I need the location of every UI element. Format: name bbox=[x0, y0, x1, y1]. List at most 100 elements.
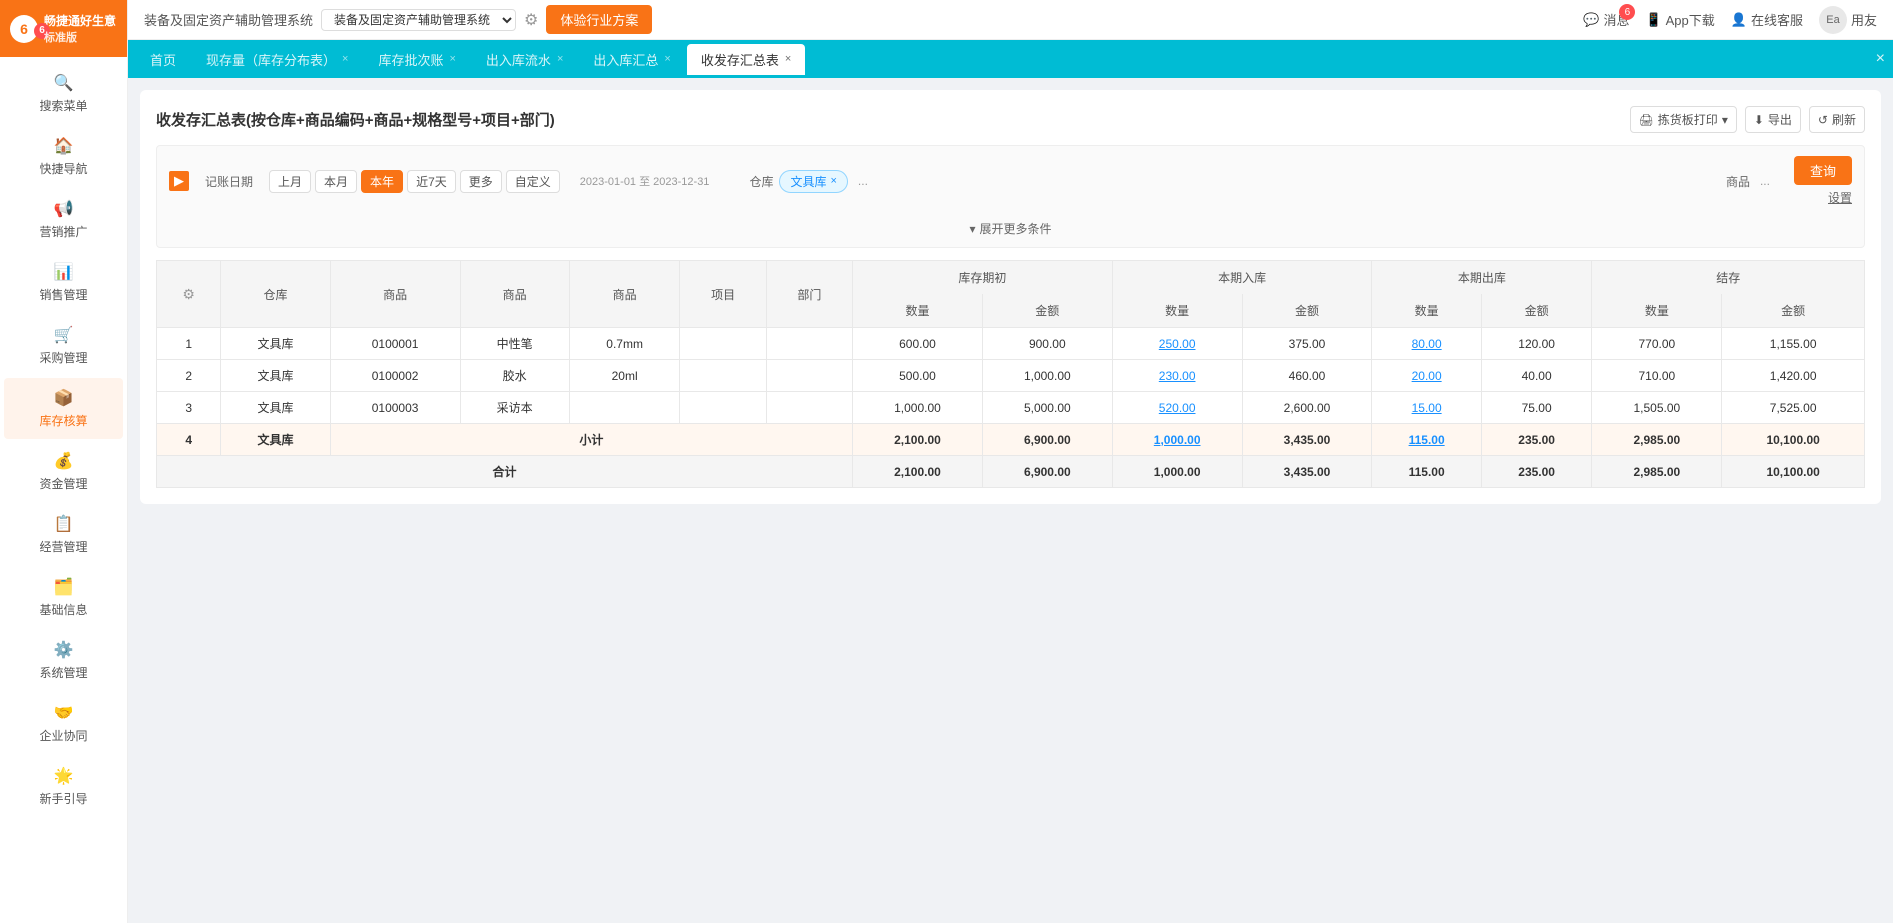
row-out-qty[interactable]: 20.00 bbox=[1372, 360, 1481, 392]
row-department bbox=[766, 328, 852, 360]
query-btn[interactable]: 查询 bbox=[1794, 156, 1852, 185]
row-goods-spec: 0.7mm bbox=[569, 328, 680, 360]
sidebar-item-search[interactable]: 🔍 搜索菜单 bbox=[4, 63, 123, 124]
sub-opening-amt: 6,900.00 bbox=[982, 424, 1112, 456]
filter-toggle-btn[interactable]: ▶ bbox=[169, 171, 189, 191]
online-service-label: 在线客服 bbox=[1751, 10, 1803, 29]
print-label: 拣货板打印 bbox=[1658, 111, 1718, 128]
tabs-close-all[interactable]: × bbox=[1876, 50, 1885, 68]
app-download-item[interactable]: 📱 App下载 bbox=[1645, 10, 1714, 29]
sidebar-item-quicknav[interactable]: 🏠 快捷导航 bbox=[4, 126, 123, 187]
date-btn-this-year[interactable]: 本年 bbox=[361, 170, 403, 193]
row-goods-code: 0100001 bbox=[330, 328, 460, 360]
row-goods-spec: 20ml bbox=[569, 360, 680, 392]
sidebar-item-inventory[interactable]: 📦 库存核算 bbox=[4, 378, 123, 439]
expand-btn[interactable]: ▾ 展开更多条件 bbox=[969, 220, 1051, 237]
export-btn[interactable]: ⬇ 导出 bbox=[1745, 106, 1801, 133]
row-in-qty[interactable]: 230.00 bbox=[1112, 360, 1242, 392]
user-item[interactable]: Ea 用友 bbox=[1819, 6, 1877, 34]
th-out-period: 本期出库 bbox=[1372, 261, 1592, 295]
sub-in-qty[interactable]: 1,000.00 bbox=[1112, 424, 1242, 456]
date-btn-last-month[interactable]: 上月 bbox=[269, 170, 311, 193]
th-settings[interactable]: ⚙ bbox=[157, 261, 221, 328]
sidebar-item-enterprise[interactable]: 🤝 企业协同 bbox=[4, 693, 123, 754]
sidebar-item-operations[interactable]: 📋 经营管理 bbox=[4, 504, 123, 565]
setting-link[interactable]: 设置 bbox=[1828, 189, 1852, 206]
print-btn[interactable]: 🖨 拣货板打印 ▾ bbox=[1630, 106, 1737, 133]
tab-inout-summary-close[interactable]: × bbox=[664, 53, 670, 65]
sub-in-amt: 3,435.00 bbox=[1242, 424, 1372, 456]
sidebar-item-newguide[interactable]: 🌟 新手引导 bbox=[4, 756, 123, 817]
row-department bbox=[766, 360, 852, 392]
row-opening-qty: 600.00 bbox=[853, 328, 983, 360]
total-opening-qty: 2,100.00 bbox=[853, 456, 983, 488]
tab-inout-flow-close[interactable]: × bbox=[557, 53, 563, 65]
tab-stock-dist-close[interactable]: × bbox=[342, 53, 348, 65]
experience-btn[interactable]: 体验行业方案 bbox=[546, 5, 652, 34]
row-goods-spec bbox=[569, 392, 680, 424]
th-goods-name: 商品 bbox=[460, 261, 569, 328]
system-select[interactable]: 装备及固定资产辅助管理系统 bbox=[321, 9, 516, 31]
date-btn-7days[interactable]: 近7天 bbox=[407, 170, 456, 193]
row-num: 1 bbox=[157, 328, 221, 360]
sub-out-qty[interactable]: 115.00 bbox=[1372, 424, 1481, 456]
row-project bbox=[680, 360, 766, 392]
guide-icon: 🌟 bbox=[54, 766, 74, 786]
th-in-amt: 金额 bbox=[1242, 294, 1372, 328]
export-icon: ⬇ bbox=[1754, 113, 1764, 127]
date-range-display: 2023-01-01 至 2023-12-31 bbox=[580, 173, 710, 189]
home-icon: 🏠 bbox=[54, 136, 74, 156]
row-out-amt: 120.00 bbox=[1481, 328, 1592, 360]
date-btn-this-month[interactable]: 本月 bbox=[315, 170, 357, 193]
tab-stock-dist[interactable]: 现存量（库存分布表） × bbox=[192, 44, 362, 75]
notification-item[interactable]: 💬 消息 6 bbox=[1583, 10, 1629, 29]
sidebar-item-sales-label: 销售管理 bbox=[39, 286, 87, 303]
sidebar-item-system[interactable]: ⚙️ 系统管理 bbox=[4, 630, 123, 691]
warehouse-tag[interactable]: 文具库 × bbox=[779, 170, 847, 193]
tab-bar: 首页 现存量（库存分布表） × 库存批次账 × 出入库流水 × 出入库汇总 × … bbox=[128, 40, 1893, 78]
online-service-item[interactable]: 👤 在线客服 bbox=[1731, 10, 1803, 29]
gear-icon[interactable]: ⚙ bbox=[524, 10, 538, 30]
refresh-label: 刷新 bbox=[1832, 111, 1856, 128]
row-goods-name: 胶水 bbox=[460, 360, 569, 392]
row-bal-qty: 710.00 bbox=[1592, 360, 1722, 392]
row-in-qty[interactable]: 520.00 bbox=[1112, 392, 1242, 424]
tab-recv-send[interactable]: 收发存汇总表 × bbox=[687, 44, 805, 75]
purchase-icon: 🛒 bbox=[54, 325, 74, 345]
tab-recv-send-close[interactable]: × bbox=[785, 53, 791, 65]
logo-text: 畅捷通好生意 标准版 bbox=[44, 12, 116, 45]
sidebar-item-basic-label: 基础信息 bbox=[39, 601, 87, 618]
row-opening-amt: 1,000.00 bbox=[982, 360, 1112, 392]
warehouse-more[interactable]: ... bbox=[858, 174, 868, 188]
tab-home[interactable]: 首页 bbox=[136, 44, 190, 75]
table-settings-icon[interactable]: ⚙ bbox=[182, 286, 195, 302]
row-out-qty[interactable]: 80.00 bbox=[1372, 328, 1481, 360]
sidebar-item-sales[interactable]: 📊 销售管理 bbox=[4, 252, 123, 313]
date-btn-more[interactable]: 更多 bbox=[460, 170, 502, 193]
tab-batch[interactable]: 库存批次账 × bbox=[364, 44, 469, 75]
date-btn-custom[interactable]: 自定义 bbox=[506, 170, 560, 193]
sidebar-item-marketing[interactable]: 📢 营销推广 bbox=[4, 189, 123, 250]
tab-inout-summary[interactable]: 出入库汇总 × bbox=[579, 44, 684, 75]
tab-inout-flow[interactable]: 出入库流水 × bbox=[472, 44, 577, 75]
expand-icon: ▾ bbox=[969, 222, 975, 236]
row-out-qty[interactable]: 15.00 bbox=[1372, 392, 1481, 424]
date-buttons: 上月 本月 本年 近7天 更多 自定义 bbox=[269, 170, 560, 193]
tab-batch-label: 库存批次账 bbox=[378, 50, 443, 69]
row-in-qty[interactable]: 250.00 bbox=[1112, 328, 1242, 360]
refresh-btn[interactable]: ↺ 刷新 bbox=[1809, 106, 1865, 133]
system-icon: ⚙️ bbox=[54, 640, 74, 660]
row-goods-name: 中性笔 bbox=[460, 328, 569, 360]
warehouse-tag-remove[interactable]: × bbox=[830, 175, 836, 187]
sidebar-item-purchase[interactable]: 🛒 采购管理 bbox=[4, 315, 123, 376]
goods-more[interactable]: ... bbox=[1760, 174, 1770, 188]
tab-batch-close[interactable]: × bbox=[449, 53, 455, 65]
finance-icon: 💰 bbox=[54, 451, 74, 471]
tab-inout-summary-label: 出入库汇总 bbox=[593, 50, 658, 69]
sub-opening-qty: 2,100.00 bbox=[853, 424, 983, 456]
total-bal-amt: 10,100.00 bbox=[1722, 456, 1865, 488]
sidebar-item-basic[interactable]: 🗂️ 基础信息 bbox=[4, 567, 123, 628]
sidebar-item-quicknav-label: 快捷导航 bbox=[39, 160, 87, 177]
sidebar-item-search-label: 搜索菜单 bbox=[39, 97, 87, 114]
sidebar-item-finance[interactable]: 💰 资金管理 bbox=[4, 441, 123, 502]
